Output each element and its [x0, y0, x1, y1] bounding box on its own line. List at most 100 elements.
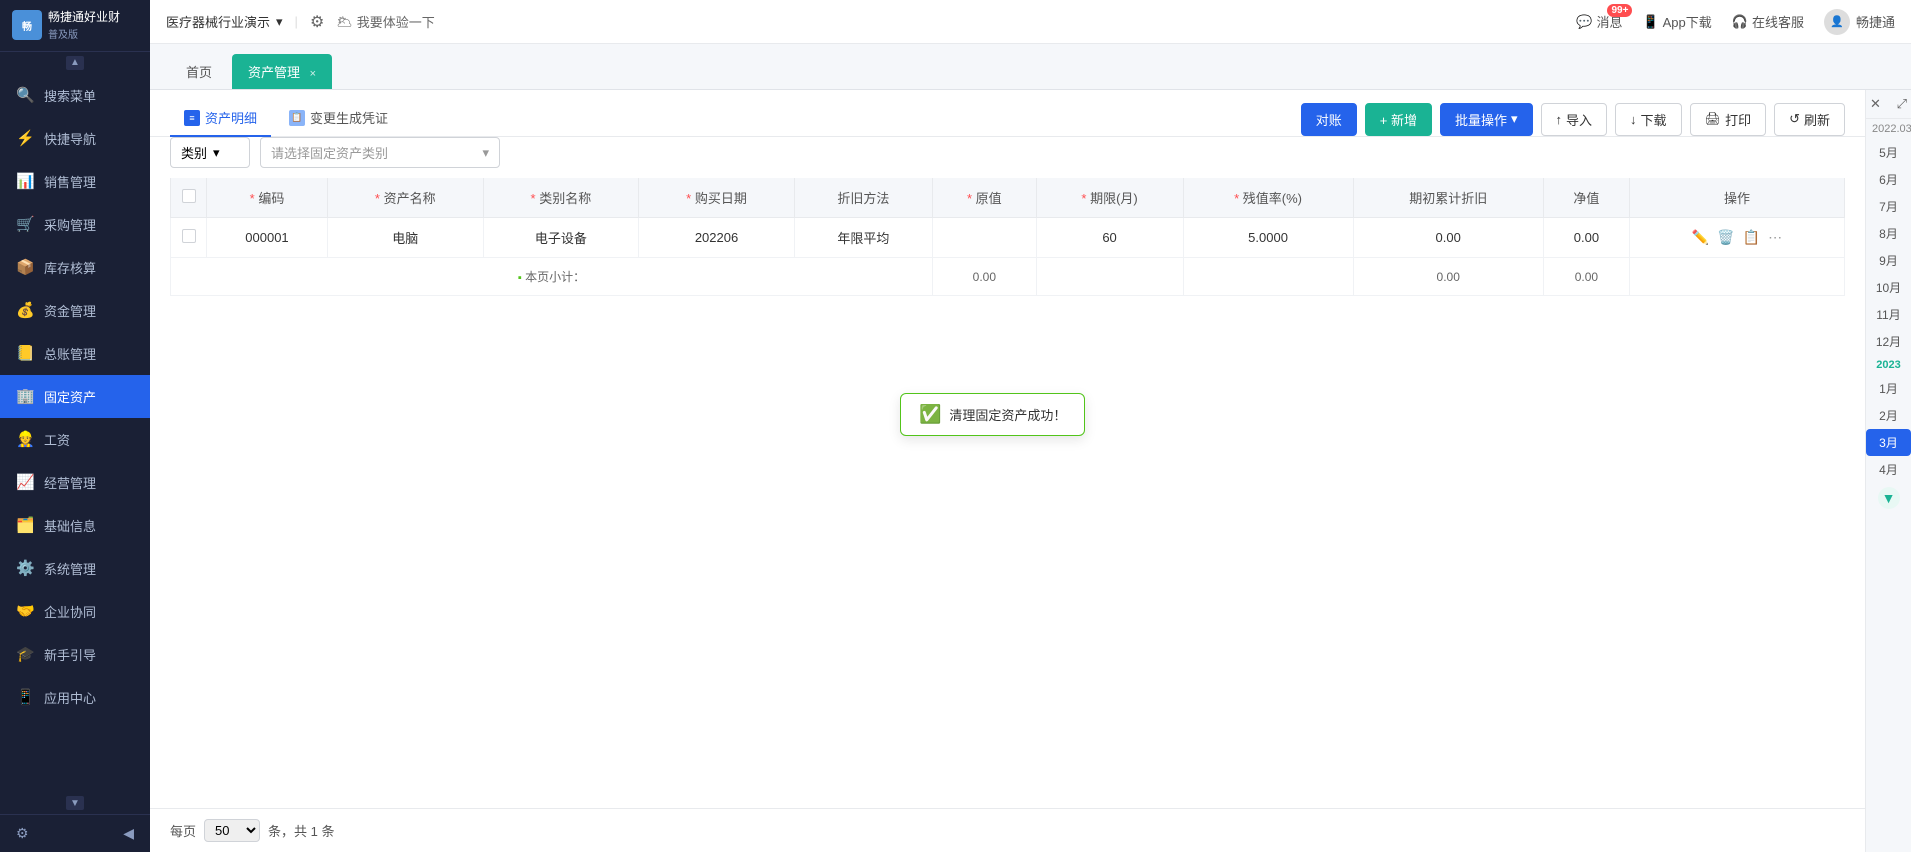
sidebar-nav: 🔍 搜索菜单 ⚡ 快捷导航 📊 销售管理 🛒 采购管理 📦 库存核算 💰 资金管… — [0, 74, 150, 792]
month-2023-1[interactable]: 1月 — [1866, 375, 1911, 402]
month-2023-3[interactable]: 3月 — [1866, 429, 1911, 456]
settings-icon[interactable]: ⚙ — [16, 825, 29, 842]
category-input[interactable]: 请选择固定资产类别 ▾ — [260, 137, 500, 168]
subtab-change-voucher-label: 变更生成凭证 — [310, 108, 388, 127]
category-select[interactable]: 类别 ▾ — [170, 137, 250, 168]
sidebar-item-payroll[interactable]: 👷 工资 — [0, 418, 150, 461]
sidebar-bottom: ⚙ ◀ — [0, 814, 150, 852]
month-2022-8[interactable]: 8月 — [1866, 220, 1911, 247]
print-button[interactable]: 🖨 打印 — [1690, 103, 1767, 136]
graduation-icon: 🎓 — [16, 645, 34, 663]
cloud-icon: 🌥 — [336, 14, 353, 30]
app-edition: 普及版 — [48, 26, 120, 41]
money-icon: 💰 — [16, 301, 34, 319]
rp-scroll-down[interactable]: ▼ — [1866, 483, 1911, 513]
sidebar-item-fixed-assets[interactable]: 🏢 固定资产 — [0, 375, 150, 418]
cell-category: 电子设备 — [483, 218, 639, 258]
message-btn[interactable]: 💬 消息 99+ — [1576, 12, 1622, 31]
reconcile-button[interactable]: 对账 — [1301, 103, 1357, 136]
month-2022-10[interactable]: 10月 — [1866, 274, 1911, 301]
worker-icon: 👷 — [16, 430, 34, 448]
download-button[interactable]: ↓ 下载 — [1615, 103, 1682, 136]
sidebar-item-system[interactable]: ⚙️ 系统管理 — [0, 547, 150, 590]
sidebar-item-label: 采购管理 — [44, 215, 96, 234]
sidebar-item-label: 固定资产 — [44, 387, 96, 406]
subtotal-original: 0.00 — [933, 258, 1037, 296]
new-button[interactable]: + 新增 — [1365, 103, 1432, 136]
col-category: * 类别名称 — [483, 178, 639, 218]
sidebar-item-sales[interactable]: 📊 销售管理 — [0, 160, 150, 203]
cell-name: 电脑 — [327, 218, 483, 258]
year-2022-label: 2022.03 — [1866, 119, 1911, 139]
company-selector[interactable]: 医疗器械行业演示 ▾ — [166, 12, 283, 31]
select-all-checkbox[interactable] — [182, 189, 196, 203]
subtotal-row: ▪ 本页小计： 0.00 0.00 0.00 — [171, 258, 1845, 296]
copy-icon[interactable]: 📋 — [1743, 229, 1760, 246]
cell-net-value: 0.00 — [1543, 218, 1629, 258]
print-label: 打印 — [1725, 110, 1751, 129]
tab-home[interactable]: 首页 — [170, 54, 228, 89]
month-2023-2[interactable]: 2月 — [1866, 402, 1911, 429]
online-service-btn[interactable]: 🎧 在线客服 — [1732, 12, 1804, 31]
message-badge: 99+ — [1607, 4, 1632, 17]
app-title: 畅捷通好业财 — [48, 10, 120, 26]
month-2022-6[interactable]: 6月 — [1866, 166, 1911, 193]
content: ≡ 资产明细 📋 变更生成凭证 对账 + 新增 批量操作 ▾ ↑ — [150, 90, 1911, 852]
month-2022-12[interactable]: 12月 — [1866, 328, 1911, 355]
refresh-button[interactable]: ↺ 刷新 — [1774, 103, 1845, 136]
col-purchase-date: * 购买日期 — [639, 178, 795, 218]
topbar-settings-icon[interactable]: ⚙ — [310, 12, 324, 32]
sidebar-item-purchase[interactable]: 🛒 采购管理 — [0, 203, 150, 246]
sidebar-scroll-down[interactable]: ▼ — [66, 796, 84, 810]
refresh-icon: ↺ — [1789, 111, 1800, 127]
col-checkbox — [171, 178, 207, 218]
right-panel-close-icon[interactable]: ✕ — [1870, 96, 1881, 112]
row-select-checkbox[interactable] — [182, 229, 196, 243]
sidebar-item-basic-info[interactable]: 🗂️ 基础信息 — [0, 504, 150, 547]
import-button[interactable]: ↑ 导入 — [1541, 103, 1608, 136]
month-2022-11[interactable]: 11月 — [1866, 301, 1911, 328]
right-panel-expand-icon[interactable]: ⤢ — [1897, 96, 1907, 112]
row-checkbox — [171, 218, 207, 258]
sidebar-item-quick-nav[interactable]: ⚡ 快捷导航 — [0, 117, 150, 160]
sidebar-item-label: 工资 — [44, 430, 70, 449]
subtotal-action-empty — [1630, 258, 1845, 296]
sidebar-item-app-center[interactable]: 📱 应用中心 — [0, 676, 150, 719]
sidebar-item-label: 经营管理 — [44, 473, 96, 492]
month-2022-9[interactable]: 9月 — [1866, 247, 1911, 274]
subtab-asset-detail[interactable]: ≡ 资产明细 — [170, 102, 271, 137]
sidebar-scroll-up[interactable]: ▲ — [66, 56, 84, 70]
edit-icon[interactable]: ✏️ — [1692, 229, 1709, 246]
user-menu[interactable]: 👤 畅捷通 — [1824, 9, 1895, 35]
app-title-group: 畅捷通好业财 普及版 — [48, 10, 120, 41]
sidebar-item-inventory[interactable]: 📦 库存核算 — [0, 246, 150, 289]
year-2023-label: 2023 — [1866, 355, 1911, 375]
collapse-icon[interactable]: ◀ — [123, 825, 134, 842]
per-page-label: 每页 — [170, 821, 196, 840]
change-voucher-icon: 📋 — [289, 110, 305, 126]
experience-link[interactable]: 🌥 我要体验一下 — [336, 12, 435, 31]
col-depr-method: 折旧方法 — [794, 178, 932, 218]
month-2023-4[interactable]: 4月 — [1866, 456, 1911, 483]
subtab-change-voucher[interactable]: 📋 变更生成凭证 — [275, 102, 402, 137]
app-logo: 畅 — [12, 10, 42, 40]
month-2022-5[interactable]: 5月 — [1866, 139, 1911, 166]
batch-ops-button[interactable]: 批量操作 ▾ — [1440, 103, 1533, 136]
delete-icon[interactable]: 🗑️ — [1717, 229, 1734, 246]
sidebar-item-search[interactable]: 🔍 搜索菜单 — [0, 74, 150, 117]
tab-asset-mgmt[interactable]: 资产管理 × — [232, 54, 332, 89]
sidebar-item-ledger[interactable]: 📒 总账管理 — [0, 332, 150, 375]
sidebar-item-funds[interactable]: 💰 资金管理 — [0, 289, 150, 332]
app-download-btn[interactable]: 📱 App下载 — [1642, 12, 1711, 31]
sidebar-item-operations[interactable]: 📈 经营管理 — [0, 461, 150, 504]
tab-close-icon[interactable]: × — [310, 68, 316, 80]
sidebar-item-enterprise[interactable]: 🤝 企业协同 — [0, 590, 150, 633]
sidebar-item-newbie[interactable]: 🎓 新手引导 — [0, 633, 150, 676]
more-icon[interactable]: ⋯ — [1768, 229, 1782, 246]
per-page-select[interactable]: 50 10 20 100 — [204, 819, 260, 842]
col-action: 操作 — [1630, 178, 1845, 218]
cell-period: 60 — [1036, 218, 1183, 258]
category-placeholder: 请选择固定资产类别 — [271, 143, 388, 162]
pagination: 每页 50 10 20 100 条，共 1 条 — [150, 808, 1865, 852]
month-2022-7[interactable]: 7月 — [1866, 193, 1911, 220]
